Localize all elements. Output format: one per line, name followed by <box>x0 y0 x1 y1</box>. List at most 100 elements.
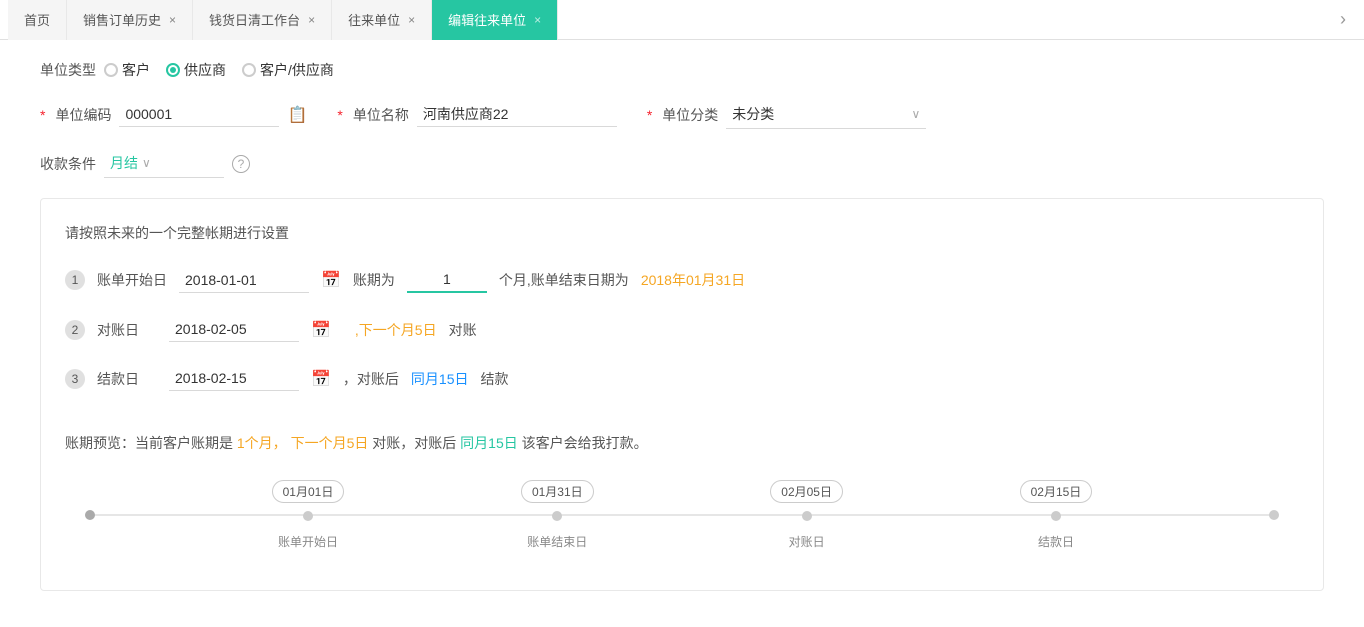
timeline-dot-1 <box>303 511 313 521</box>
reconcile-date-calendar[interactable]: 📅 <box>311 320 331 340</box>
timeline-point-start-dot <box>85 510 95 520</box>
row-1-label: 账单开始日 <box>97 270 167 290</box>
setting-row-3: 3 结款日 📅 ，对账后 同月15日 结款 <box>65 366 1299 391</box>
unit-category-value: 未分类 <box>732 104 911 124</box>
row-num-2: 2 <box>65 320 85 340</box>
radio-supplier[interactable]: 供应商 <box>166 60 226 80</box>
unit-code-item: * 单位编码 📋 <box>40 102 307 127</box>
preview-section: 账期预览：当前客户账期是 1个月， 下一个月5日 对账，对账后 同月15日 该客… <box>65 415 1299 570</box>
setting-row-1: 1 账单开始日 📅 账期为 个月,账单结束日期为 2018年01月31日 <box>65 267 1299 293</box>
timeline-desc-4: 结款日 <box>1038 533 1074 550</box>
radio-supplier-circle <box>166 63 180 77</box>
timeline: 01月01日 账单开始日 01月31日 账单结束日 02月05日 对账日 <box>65 480 1299 550</box>
unit-code-label: 单位编码 <box>55 105 111 125</box>
payment-terms-dropdown[interactable]: 月结 ∨ <box>104 149 224 178</box>
timeline-start-dot <box>85 510 95 520</box>
preview-part1: 1个月， <box>237 435 287 451</box>
row-2-suffix: 对账 <box>449 320 477 340</box>
payment-terms-arrow: ∨ <box>142 156 151 170</box>
preview-text: 账期预览：当前客户账期是 1个月， 下一个月5日 对账，对账后 同月15日 该客… <box>65 431 1299 456</box>
payment-terms-value: 月结 <box>110 153 138 173</box>
unit-type-radio-group: 客户 供应商 客户/供应商 <box>104 60 334 80</box>
radio-customer-supplier-circle <box>242 63 256 77</box>
start-date-input[interactable] <box>179 268 309 293</box>
tab-cash-work-label: 钱货日清工作台 <box>209 10 300 29</box>
month-period-input[interactable] <box>407 267 487 293</box>
tab-sales-history-label: 销售订单历史 <box>83 10 161 29</box>
row-3-same-month: 同月15日 <box>411 369 469 389</box>
unit-name-input[interactable] <box>417 102 617 127</box>
tab-sales-history[interactable]: 销售订单历史 × <box>67 0 193 40</box>
timeline-end-dot <box>1269 510 1279 520</box>
unit-name-item: * 单位名称 <box>337 102 616 127</box>
preview-part3: 对账，对账后 <box>372 435 456 451</box>
unit-name-label: 单位名称 <box>353 105 409 125</box>
row-num-1: 1 <box>65 270 85 290</box>
unit-code-copy-icon[interactable]: 📋 <box>287 105 307 125</box>
settings-title: 请按照未来的一个完整帐期进行设置 <box>65 223 1299 243</box>
tab-more-button[interactable]: › <box>1330 9 1356 30</box>
unit-category-dropdown[interactable]: 未分类 ∨ <box>726 100 926 129</box>
tab-bar: 首页 销售订单历史 × 钱货日清工作台 × 往来单位 × 编辑往来单位 × › <box>0 0 1364 40</box>
timeline-point-2: 01月31日 账单结束日 <box>521 480 594 550</box>
radio-customer-circle <box>104 63 118 77</box>
timeline-desc-2: 账单结束日 <box>527 533 587 550</box>
timeline-point-1: 01月01日 账单开始日 <box>272 480 345 550</box>
row-1-text-before: 账期为 <box>353 270 395 290</box>
tab-edit-partner-close[interactable]: × <box>534 13 541 27</box>
row-3-label: 结款日 <box>97 369 157 389</box>
unit-info-row: * 单位编码 📋 * 单位名称 * 单位分类 未分类 ∨ <box>40 100 1324 129</box>
row-1-text-after: 个月,账单结束日期为 <box>499 270 629 290</box>
tab-partner-label: 往来单位 <box>348 10 400 29</box>
payment-date-calendar[interactable]: 📅 <box>311 369 331 389</box>
reconcile-date-input[interactable] <box>169 317 299 342</box>
row-2-label: 对账日 <box>97 320 157 340</box>
start-date-calendar[interactable]: 📅 <box>321 270 341 290</box>
tab-home-label: 首页 <box>24 10 50 29</box>
timeline-date-2: 01月31日 <box>521 480 594 503</box>
timeline-point-end-dot <box>1269 510 1279 520</box>
preview-part4: 同月15日 <box>460 435 518 451</box>
timeline-desc-1: 账单开始日 <box>278 533 338 550</box>
preview-part2: 下一个月5日 <box>291 435 369 451</box>
tab-cash-work[interactable]: 钱货日清工作台 × <box>193 0 332 40</box>
unit-category-item: * 单位分类 未分类 ∨ <box>647 100 926 129</box>
preview-part5: 该客户会给我打款。 <box>522 435 648 451</box>
timeline-date-4: 02月15日 <box>1020 480 1093 503</box>
tab-partner[interactable]: 往来单位 × <box>332 0 432 40</box>
payment-terms-label: 收款条件 <box>40 154 96 174</box>
radio-customer-supplier[interactable]: 客户/供应商 <box>242 60 334 80</box>
row-3-prefix: ，对账后 <box>343 369 399 389</box>
tab-cash-work-close[interactable]: × <box>308 13 315 27</box>
radio-supplier-label: 供应商 <box>184 60 226 80</box>
payment-terms-help[interactable]: ? <box>232 155 250 173</box>
setting-row-2: 2 对账日 📅 ,下一个月5日 对账 <box>65 317 1299 342</box>
unit-category-required: * <box>647 107 652 123</box>
timeline-date-1: 01月01日 <box>272 480 345 503</box>
radio-customer[interactable]: 客户 <box>104 60 150 80</box>
end-date-highlight: 2018年01月31日 <box>641 270 745 290</box>
tab-sales-history-close[interactable]: × <box>169 13 176 27</box>
tab-partner-close[interactable]: × <box>408 13 415 27</box>
radio-customer-supplier-label: 客户/供应商 <box>260 60 334 80</box>
unit-code-input[interactable] <box>119 102 279 127</box>
unit-type-item: 单位类型 客户 供应商 客户/供应商 <box>40 60 334 80</box>
row-2-next-month: ,下一个月5日 <box>355 320 437 340</box>
category-dropdown-arrow: ∨ <box>911 107 920 121</box>
unit-category-label: 单位分类 <box>662 105 718 125</box>
timeline-desc-3: 对账日 <box>789 533 825 550</box>
settings-box: 请按照未来的一个完整帐期进行设置 1 账单开始日 📅 账期为 个月,账单结束日期… <box>40 198 1324 591</box>
row-num-3: 3 <box>65 369 85 389</box>
timeline-points: 01月01日 账单开始日 01月31日 账单结束日 02月05日 对账日 <box>85 480 1279 550</box>
tab-edit-partner[interactable]: 编辑往来单位 × <box>432 0 558 40</box>
unit-code-required: * <box>40 107 45 123</box>
main-content: 单位类型 客户 供应商 客户/供应商 * 单位编码 <box>0 40 1364 627</box>
tab-home[interactable]: 首页 <box>8 0 67 40</box>
payment-terms-item: 收款条件 月结 ∨ ? <box>40 149 250 178</box>
timeline-date-3: 02月05日 <box>770 480 843 503</box>
unit-type-label: 单位类型 <box>40 60 96 80</box>
radio-customer-label: 客户 <box>122 60 150 80</box>
payment-date-input[interactable] <box>169 366 299 391</box>
row-3-suffix: 结款 <box>481 369 509 389</box>
tab-edit-partner-label: 编辑往来单位 <box>448 10 526 29</box>
